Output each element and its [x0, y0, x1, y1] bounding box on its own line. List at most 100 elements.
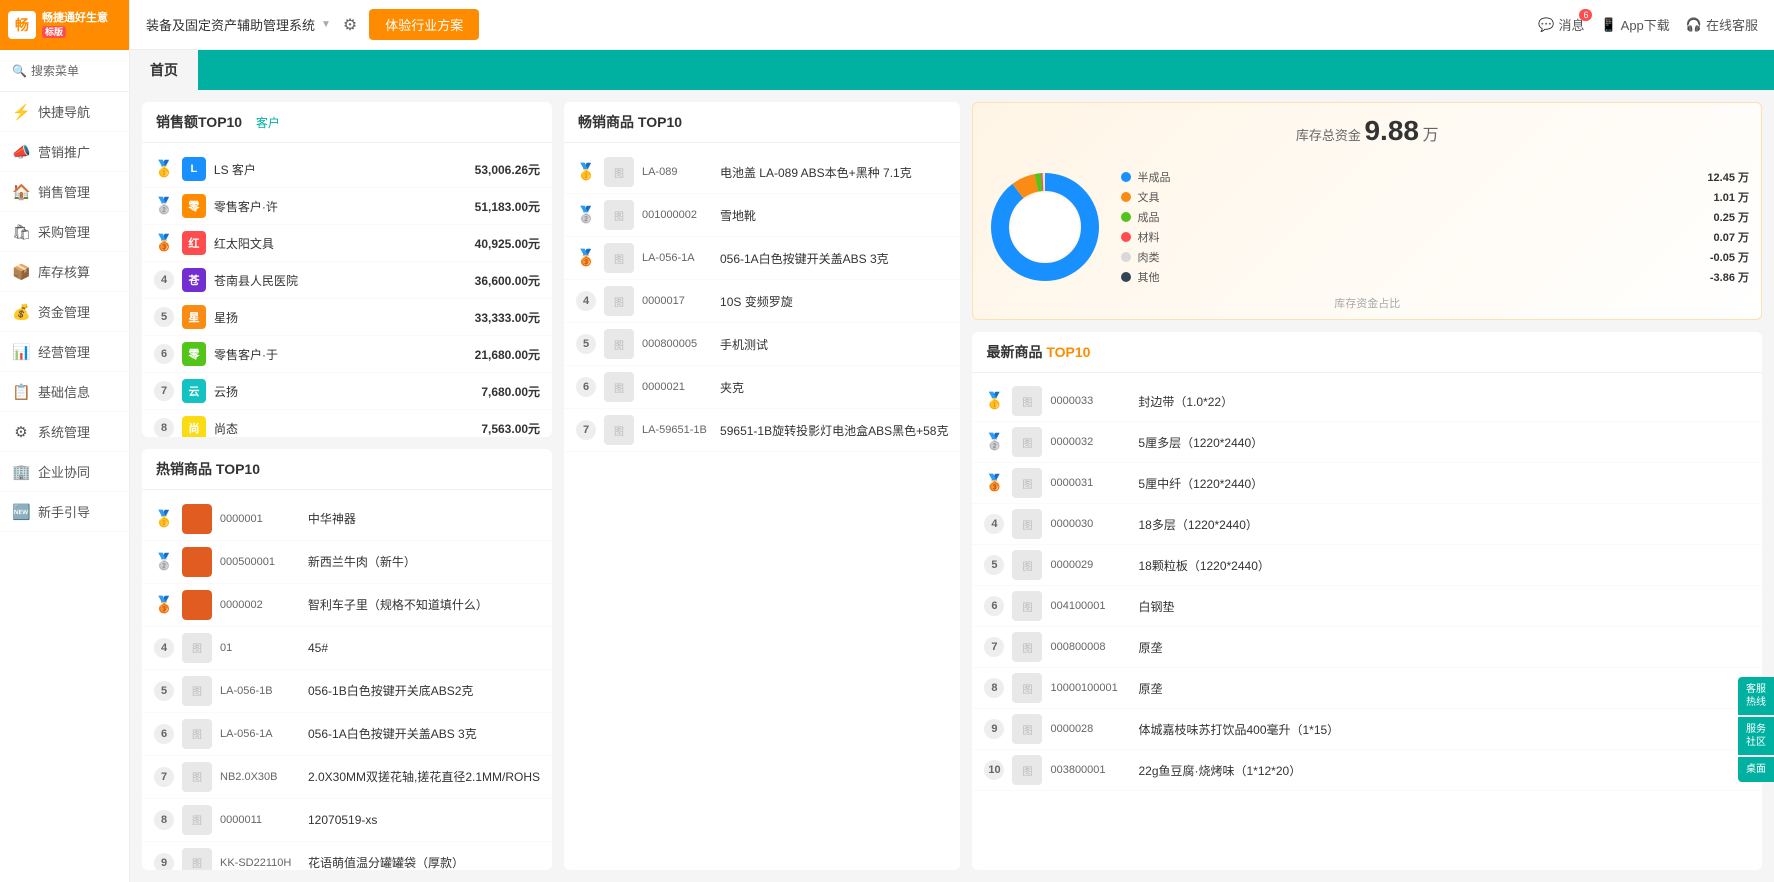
hot-products-card: 热销商品 TOP10 🥇 0000001 中华神器 🥈 000500001 新西… — [142, 449, 552, 870]
legend-value: -3.86 万 — [1710, 269, 1749, 285]
product-name: 花语萌值温分罐罐袋（厚款） — [308, 854, 540, 870]
product-code: 0000033 — [1050, 395, 1130, 407]
product-image-placeholder: 图 — [1012, 427, 1042, 457]
right-column: 库存总资金 9.88 万 — [972, 102, 1762, 870]
legend-label: 半成品 — [1137, 169, 1701, 185]
new-products-body: 🥇 图 0000033 封边带（1.0*22） 🥈 图 0000032 5厘多层… — [972, 373, 1762, 799]
rank-medal: 🥉 — [576, 248, 596, 268]
guide-label: 新手引导 — [38, 502, 90, 521]
product-code: LA-056-1B — [220, 685, 300, 697]
sidebar-item-operations[interactable]: 📊 经营管理 — [0, 332, 129, 372]
sidebar-item-system[interactable]: ⚙ 系统管理 — [0, 412, 129, 452]
customer-avatar: 星 — [182, 305, 206, 329]
product-name: 新西兰牛肉（新牛） — [308, 553, 540, 570]
hot-product-item: 5 图 LA-056-1B 056-1B白色按键开关底ABS2克 — [142, 670, 552, 713]
online-service-action[interactable]: 🎧 在线客服 — [1686, 15, 1758, 34]
product-code: 0000002 — [220, 599, 300, 611]
product-image-placeholder: 图 — [604, 415, 634, 445]
system-icon: ⚙ — [12, 423, 30, 441]
sidebar-item-company[interactable]: 🏢 企业协同 — [0, 452, 129, 492]
customer-rank-item: 6 零 零售客户·于 21,680.00元 — [142, 336, 552, 373]
new-products-card: 最新商品 TOP10 🥇 图 0000033 封边带（1.0*22） 🥈 图 0… — [972, 332, 1762, 870]
service-community-button[interactable]: 服务社区 — [1738, 717, 1774, 755]
sales-icon: 🏠 — [12, 183, 30, 201]
customer-avatar: 云 — [182, 379, 206, 403]
mobile-icon: 📱 — [1600, 17, 1616, 33]
product-image-placeholder: 图 — [182, 762, 212, 792]
legend-item: 材料 0.07 万 — [1121, 229, 1749, 245]
sidebar: 畅 畅捷通好生意 标版 🔍 搜索菜单 ⚡ 快捷导航 📣 营销推广 🏠 销售管理 … — [0, 0, 130, 882]
customer-value: 33,333.00元 — [475, 309, 540, 326]
legend-color — [1121, 192, 1131, 202]
top-customers-subtitle: 客户 — [256, 114, 280, 131]
product-image — [182, 504, 212, 534]
product-code: 001000002 — [642, 209, 712, 221]
product-code: LA-056-1A — [220, 728, 300, 740]
sidebar-item-purchase[interactable]: 🛍 采购管理 — [0, 212, 129, 252]
customer-rank-item: 7 云 云扬 7,680.00元 — [142, 373, 552, 410]
rank-num: 4 — [154, 270, 174, 290]
inventory-label: 库存核算 — [38, 262, 90, 281]
inventory-unit: 万 — [1423, 127, 1439, 144]
product-code: 000800005 — [642, 338, 712, 350]
product-code: 0000028 — [1050, 723, 1130, 735]
product-image-placeholder: 图 — [1012, 673, 1042, 703]
popular-product-item: 🥇 图 LA-089 电池盖 LA-089 ABS本色+黑种 7.1克 — [564, 151, 960, 194]
new-product-item: 4 图 0000030 18多层（1220*2440） — [972, 504, 1762, 545]
customer-avatar: 零 — [182, 342, 206, 366]
top-customers-card: 销售额TOP10 客户 🥇 L LS 客户 53,006.26元 🥈 零 零售客… — [142, 102, 552, 437]
middle-column: 畅销商品 TOP10 🥇 图 LA-089 电池盖 LA-089 ABS本色+黑… — [564, 102, 960, 870]
purchase-label: 采购管理 — [38, 222, 90, 241]
product-image-placeholder: 图 — [1012, 509, 1042, 539]
product-image-placeholder: 图 — [604, 286, 634, 316]
customer-name: 苍南县人民医院 — [214, 272, 467, 289]
new-product-item: 9 图 0000028 体城嘉枝味苏打饮品400毫升（1*15） — [972, 709, 1762, 750]
legend-item: 半成品 12.45 万 — [1121, 169, 1749, 185]
app-download-action[interactable]: 📱 App下载 — [1600, 15, 1669, 34]
trial-button[interactable]: 体验行业方案 — [369, 9, 479, 40]
desktop-button[interactable]: 桌面 — [1738, 757, 1774, 782]
legend-value: 0.07 万 — [1714, 229, 1749, 245]
legend-item: 文具 1.01 万 — [1121, 189, 1749, 205]
product-image-placeholder: 图 — [604, 372, 634, 402]
rank-medal: 🥇 — [154, 159, 174, 179]
sidebar-item-sales[interactable]: 🏠 销售管理 — [0, 172, 129, 212]
product-code: 0000029 — [1050, 559, 1130, 571]
tab-home[interactable]: 首页 — [130, 50, 198, 90]
search-menu-button[interactable]: 🔍 搜索菜单 — [8, 58, 121, 83]
top-customers-title: 销售额TOP10 — [156, 112, 250, 132]
inventory-subtitle: 库存资金占比 — [973, 295, 1761, 319]
rank-num: 9 — [154, 853, 174, 870]
float-buttons: 客服热线 服务社区 桌面 — [1738, 677, 1774, 782]
product-image — [182, 547, 212, 577]
rank-medal: 🥈 — [984, 432, 1004, 452]
settings-icon[interactable]: ⚙ — [343, 15, 357, 35]
system-selector[interactable]: 装备及固定资产辅助管理系统 ▼ — [146, 15, 331, 34]
customer-rank-item: 4 苍 苍南县人民医院 36,600.00元 — [142, 262, 552, 299]
legend-color — [1121, 232, 1131, 242]
base-info-icon: 📋 — [12, 383, 30, 401]
sidebar-item-quick-nav[interactable]: ⚡ 快捷导航 — [0, 92, 129, 132]
sidebar-item-base-info[interactable]: 📋 基础信息 — [0, 372, 129, 412]
top-customers-header: 销售额TOP10 客户 — [142, 102, 552, 143]
rank-medal: 🥉 — [154, 595, 174, 615]
operations-icon: 📊 — [12, 343, 30, 361]
rank-num: 6 — [984, 596, 1004, 616]
customer-name: 零售客户·许 — [214, 198, 467, 215]
product-name: 封边带（1.0*22） — [1138, 393, 1750, 410]
sidebar-item-inventory[interactable]: 📦 库存核算 — [0, 252, 129, 292]
product-name: 原垄 — [1138, 680, 1750, 697]
logo-badge: 标版 — [42, 26, 66, 38]
popular-product-item: 5 图 000800005 手机测试 — [564, 323, 960, 366]
sidebar-item-marketing[interactable]: 📣 营销推广 — [0, 132, 129, 172]
message-action[interactable]: 💬 消息 6 — [1538, 15, 1584, 34]
customer-value: 53,006.26元 — [475, 161, 540, 178]
service-hotline-button[interactable]: 客服热线 — [1738, 677, 1774, 715]
quick-nav-label: 快捷导航 — [38, 102, 90, 121]
logo-icon: 畅 — [8, 11, 36, 39]
sidebar-item-finance[interactable]: 💰 资金管理 — [0, 292, 129, 332]
sidebar-item-guide[interactable]: 🆕 新手引导 — [0, 492, 129, 532]
product-image-placeholder: 图 — [604, 200, 634, 230]
product-code: 10000100001 — [1050, 682, 1130, 694]
product-code: 003800001 — [1050, 764, 1130, 776]
